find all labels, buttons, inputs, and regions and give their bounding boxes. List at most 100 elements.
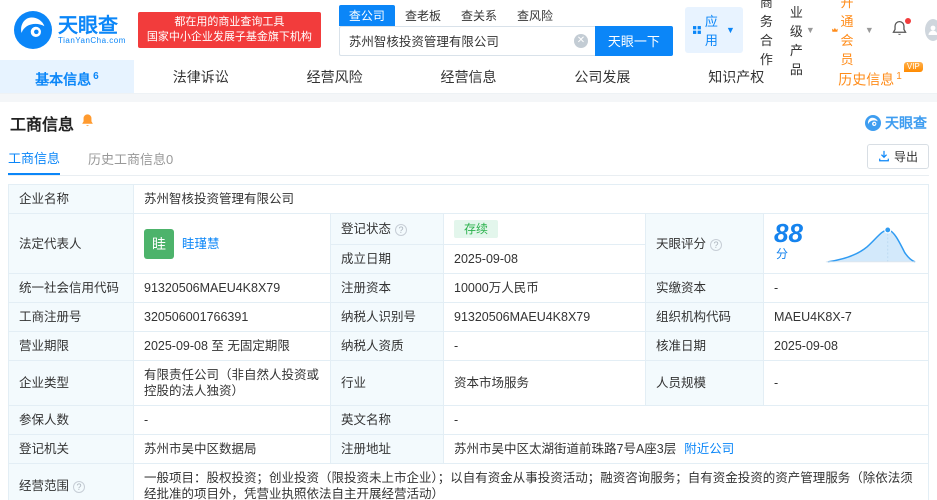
help-icon[interactable]: ? bbox=[710, 238, 723, 251]
table-row: 营业期限 2025-09-08 至 无固定期限 纳税人资质 - 核准日期 202… bbox=[8, 331, 929, 361]
business-scope-value: 一般项目：股权投资；创业投资（限投资未上市企业）；以自有资金从事投资活动；融资咨… bbox=[133, 463, 929, 500]
legal-rep-avatar[interactable]: 眭 bbox=[144, 228, 174, 259]
help-icon[interactable]: ? bbox=[73, 481, 86, 493]
tab-legal-litigation[interactable]: 法律诉讼 bbox=[134, 60, 268, 93]
tab-operation-info[interactable]: 经营信息 bbox=[402, 60, 536, 93]
reg-number-label: 工商注册号 bbox=[8, 302, 134, 332]
promo-line1: 都在用的商业查询工具 bbox=[174, 16, 285, 28]
insured-count-label: 参保人数 bbox=[8, 405, 134, 435]
tianyancha-logo-icon bbox=[865, 115, 881, 131]
paid-capital-label: 实缴资本 bbox=[645, 273, 764, 303]
tax-id-label: 纳税人识别号 bbox=[330, 302, 444, 332]
tianyancha-logo-icon bbox=[14, 11, 52, 49]
subscribe-bell-icon[interactable] bbox=[80, 113, 95, 133]
vip-label: 开通会员 bbox=[840, 0, 854, 67]
notifications-button[interactable] bbox=[891, 18, 911, 40]
apps-menu[interactable]: 应用 ▼ bbox=[684, 7, 743, 53]
business-cooperation-link[interactable]: 商务合作 bbox=[760, 0, 773, 68]
reg-status-label: 登记状态? bbox=[330, 213, 444, 245]
approval-date-label: 核准日期 bbox=[645, 331, 764, 361]
company-name-value: 苏州智核投资管理有限公司 bbox=[133, 184, 929, 214]
company-type-value: 有限责任公司（非自然人投资或控股的法人独资） bbox=[133, 360, 331, 406]
tab-history-info[interactable]: 历史信息 1 VIP bbox=[803, 60, 937, 93]
score-unit: 分 bbox=[776, 247, 789, 261]
vip-upgrade-menu[interactable]: 开通会员 ▼ bbox=[831, 0, 874, 68]
help-icon[interactable]: ? bbox=[395, 224, 408, 236]
tab-operation-risk[interactable]: 经营风险 bbox=[268, 60, 402, 93]
business-info-card: 工商信息 天眼查 工商信息 历史工商信息0 导出 企业名称 苏州智核投资管理有限… bbox=[0, 102, 937, 500]
staff-size-value: - bbox=[763, 360, 929, 406]
english-name-value: - bbox=[443, 405, 929, 435]
credit-code-value: 91320506MAEU4K8X79 bbox=[133, 273, 331, 303]
logo-brand-text: 天眼查 bbox=[58, 14, 118, 37]
reg-authority-label: 登记机关 bbox=[8, 434, 134, 464]
legal-rep-link[interactable]: 眭瑾慧 bbox=[182, 236, 220, 252]
subtab-current-registration[interactable]: 工商信息 bbox=[8, 141, 61, 175]
industry-label: 行业 bbox=[330, 360, 444, 406]
score-label: 天眼评分? bbox=[645, 213, 764, 274]
approval-date-value: 2025-09-08 bbox=[763, 331, 929, 361]
table-row: 经营范围? 一般项目：股权投资；创业投资（限投资未上市企业）；以自有资金从事投资… bbox=[8, 463, 929, 500]
paid-capital-value: - bbox=[763, 273, 929, 303]
legal-rep-label: 法定代表人 bbox=[8, 213, 134, 274]
score-trend-chart bbox=[826, 225, 917, 263]
vip-badge: VIP bbox=[903, 62, 923, 72]
vip-crown-icon bbox=[831, 27, 838, 32]
tab-basic-info[interactable]: 基本信息 6 bbox=[0, 60, 134, 93]
tab-company-development[interactable]: 公司发展 bbox=[535, 60, 669, 93]
search-tab-risk[interactable]: 查风险 bbox=[507, 5, 563, 26]
chevron-down-icon: ▼ bbox=[805, 25, 815, 35]
search-input[interactable] bbox=[338, 25, 595, 56]
logo-domain-text: TianYanCha.com bbox=[58, 35, 126, 45]
org-code-label: 组织机构代码 bbox=[645, 302, 764, 332]
reg-status-value: 存续 bbox=[443, 213, 646, 245]
watermark-text: 天眼查 bbox=[885, 115, 927, 131]
table-row: 法定代表人 眭 眭瑾慧 登记状态? 存续 天眼评分? 88分 bbox=[8, 213, 929, 274]
export-button[interactable]: 导出 bbox=[866, 143, 929, 169]
search-button[interactable]: 天眼一下 bbox=[594, 25, 673, 56]
promo-line2: 国家中小企业发展子基金旗下机构 bbox=[146, 31, 312, 43]
status-badge: 存续 bbox=[454, 220, 499, 238]
tab-intellectual-property[interactable]: 知识产权 bbox=[669, 60, 803, 93]
company-name-label: 企业名称 bbox=[8, 184, 134, 214]
est-date-value: 2025-09-08 bbox=[443, 244, 646, 274]
english-name-label: 英文名称 bbox=[330, 405, 444, 435]
staff-size-label: 人员规模 bbox=[645, 360, 764, 406]
search-tab-company[interactable]: 查公司 bbox=[338, 4, 395, 26]
company-section-nav: 基本信息 6 法律诉讼 经营风险 经营信息 公司发展 知识产权 历史信息 1 VIP bbox=[0, 60, 937, 94]
table-row: 工商注册号 320506001766391 纳税人识别号 91320506MAE… bbox=[8, 302, 929, 332]
search-tab-boss[interactable]: 查老板 bbox=[395, 5, 451, 26]
business-info-table: 企业名称 苏州智核投资管理有限公司 法定代表人 眭 眭瑾慧 登记状态? 存续 天… bbox=[8, 184, 929, 500]
reg-address-value: 苏州市吴中区太湖街道前珠路7号A座3层 bbox=[454, 442, 677, 456]
business-scope-label: 经营范围? bbox=[8, 463, 134, 500]
score-cell[interactable]: 88分 bbox=[763, 213, 929, 274]
header-search: 查公司 查老板 查关系 查风险 ✕ 天眼一下 bbox=[338, 4, 673, 56]
top-header: 天眼查 TianYanCha.com 都在用的商业查询工具 国家中小企业发展子基… bbox=[0, 0, 937, 77]
user-account-menu[interactable]: 费米 ▼ bbox=[924, 11, 937, 49]
biz-term-value: 2025-09-08 至 无固定期限 bbox=[133, 331, 331, 361]
subtab-history-registration[interactable]: 历史工商信息0 bbox=[88, 142, 173, 174]
credit-code-label: 统一社会信用代码 bbox=[8, 273, 134, 303]
tax-id-value: 91320506MAEU4K8X79 bbox=[443, 302, 646, 332]
user-avatar-icon bbox=[924, 19, 937, 41]
org-code-value: MAEU4K8X-7 bbox=[763, 302, 929, 332]
search-tab-relation[interactable]: 查关系 bbox=[451, 5, 507, 26]
tax-qualification-value: - bbox=[443, 331, 646, 361]
apps-label: 应用 bbox=[704, 14, 718, 48]
biz-term-label: 营业期限 bbox=[8, 331, 134, 361]
nearby-companies-link[interactable]: 附近公司 bbox=[684, 441, 734, 457]
industry-value: 资本市场服务 bbox=[443, 360, 646, 406]
promo-banner: 都在用的商业查询工具 国家中小企业发展子基金旗下机构 bbox=[137, 12, 321, 48]
reg-capital-label: 注册资本 bbox=[330, 273, 444, 303]
section-divider bbox=[0, 94, 937, 102]
est-date-label: 成立日期 bbox=[330, 244, 444, 274]
reg-capital-value: 10000万人民币 bbox=[443, 273, 646, 303]
reg-address-cell: 苏州市吴中区太湖街道前珠路7号A座3层 附近公司 bbox=[443, 434, 929, 464]
business-info-subtabs: 工商信息 历史工商信息0 导出 bbox=[8, 141, 929, 176]
reg-address-label: 注册地址 bbox=[330, 434, 444, 464]
table-row: 企业类型 有限责任公司（非自然人投资或控股的法人独资） 行业 资本市场服务 人员… bbox=[8, 360, 929, 406]
clear-icon[interactable]: ✕ bbox=[573, 33, 588, 48]
table-row: 参保人数 - 英文名称 - bbox=[8, 405, 929, 435]
tianyancha-logo[interactable]: 天眼查 TianYanCha.com bbox=[14, 11, 126, 49]
reg-authority-value: 苏州市吴中区数据局 bbox=[133, 434, 331, 464]
